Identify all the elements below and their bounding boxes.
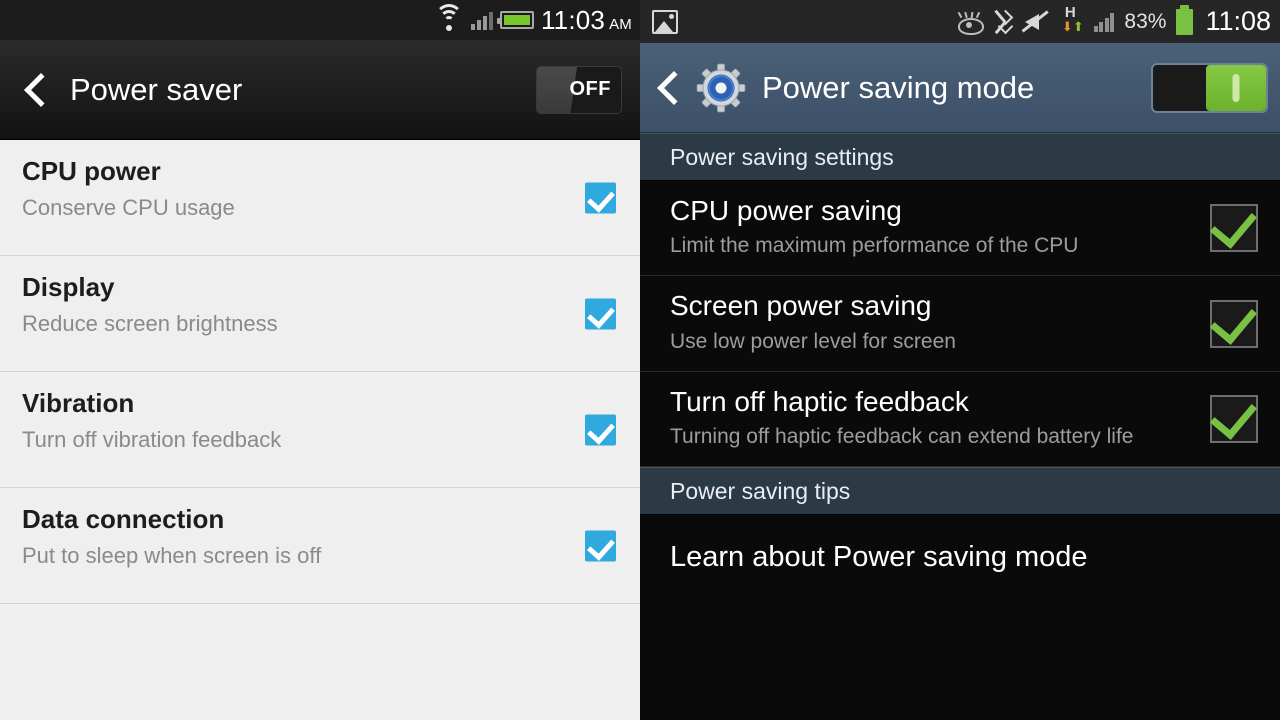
list-item[interactable]: Display Reduce screen brightness — [0, 256, 640, 372]
status-clock: 11:03 AM — [540, 4, 632, 35]
checkbox[interactable] — [585, 414, 616, 445]
battery-icon — [1176, 4, 1194, 35]
wifi-icon — [434, 4, 464, 32]
page-title: Power saving mode — [762, 69, 1035, 105]
list-item[interactable]: CPU power Conserve CPU usage — [0, 140, 640, 256]
list-item[interactable]: Screen power saving Use low power level … — [640, 276, 1280, 372]
screenshot-root: 11:03 AM Power saver OFF CPU power Conser… — [0, 0, 1280, 720]
checkbox[interactable] — [1210, 395, 1258, 444]
toggle-knob — [1206, 64, 1266, 111]
back-icon[interactable] — [22, 73, 48, 107]
right-status-bar: H ⬇⬆ 83% 11:08 — [640, 0, 1280, 43]
signal-bars-icon — [470, 10, 493, 30]
section-header-power-saving-settings: Power saving settings — [640, 133, 1280, 181]
left-settings-list: CPU power Conserve CPU usage Display Red… — [0, 140, 640, 604]
signal-bars-icon — [1093, 12, 1115, 32]
left-status-bar: 11:03 AM — [0, 0, 640, 40]
list-item-title: Turn off haptic feedback — [670, 385, 969, 417]
right-header-bar: Power saving mode — [640, 43, 1280, 133]
battery-icon — [496, 11, 534, 29]
checkbox[interactable] — [585, 530, 616, 561]
gear-icon — [696, 63, 746, 113]
samsung-power-saving-mode-screen: H ⬇⬆ 83% 11:08 Power saving mode Power s… — [640, 0, 1280, 720]
back-icon[interactable] — [658, 71, 680, 105]
list-item-title: Data connection — [22, 504, 225, 534]
power-saver-toggle[interactable]: OFF — [536, 65, 622, 114]
list-item[interactable]: CPU power saving Limit the maximum perfo… — [640, 181, 1280, 277]
list-item-subtitle: Limit the maximum performance of the CPU — [670, 234, 1079, 258]
bluetooth-icon — [992, 9, 1010, 34]
list-item[interactable]: Turn off haptic feedback Turning off hap… — [640, 371, 1280, 468]
list-item[interactable]: Vibration Turn off vibration feedback — [0, 372, 640, 488]
checkbox[interactable] — [1210, 299, 1258, 348]
list-item-title: Vibration — [22, 388, 135, 418]
power-saving-mode-toggle[interactable] — [1151, 62, 1268, 113]
page-title: Power saver — [70, 71, 243, 107]
section-header-power-saving-tips: Power saving tips — [640, 467, 1280, 516]
checkbox[interactable] — [1210, 204, 1258, 253]
battery-percent: 83% — [1124, 9, 1167, 33]
htc-power-saver-screen: 11:03 AM Power saver OFF CPU power Conser… — [0, 0, 640, 720]
status-clock: 11:08 — [1205, 6, 1271, 36]
left-header-bar: Power saver OFF — [0, 40, 640, 140]
picture-icon — [652, 9, 678, 34]
list-item-title: CPU power — [22, 156, 161, 186]
list-item-title: Screen power saving — [670, 290, 932, 322]
list-item-title: Display — [22, 272, 115, 302]
list-item[interactable]: Data connection Put to sleep when screen… — [0, 488, 640, 604]
toggle-label: OFF — [569, 78, 611, 100]
list-item-title: CPU power saving — [670, 195, 902, 226]
learn-about-power-saving-mode-link[interactable]: Learn about Power saving mode — [640, 515, 1280, 601]
checkbox[interactable] — [585, 182, 616, 213]
list-item-subtitle: Turn off vibration feedback — [22, 426, 282, 452]
eye-icon — [956, 11, 984, 35]
list-item-subtitle: Put to sleep when screen is off — [22, 542, 322, 568]
list-item-subtitle: Conserve CPU usage — [22, 194, 235, 220]
mute-vibrate-icon — [1020, 9, 1050, 34]
empty-list-area — [0, 604, 640, 720]
list-item-subtitle: Use low power level for screen — [670, 329, 956, 353]
list-item-subtitle: Reduce screen brightness — [22, 310, 278, 336]
list-item-subtitle: Turning off haptic feedback can extend b… — [670, 425, 1134, 449]
hspa-data-icon: H ⬇⬆ — [1061, 3, 1084, 34]
checkbox[interactable] — [585, 298, 616, 329]
